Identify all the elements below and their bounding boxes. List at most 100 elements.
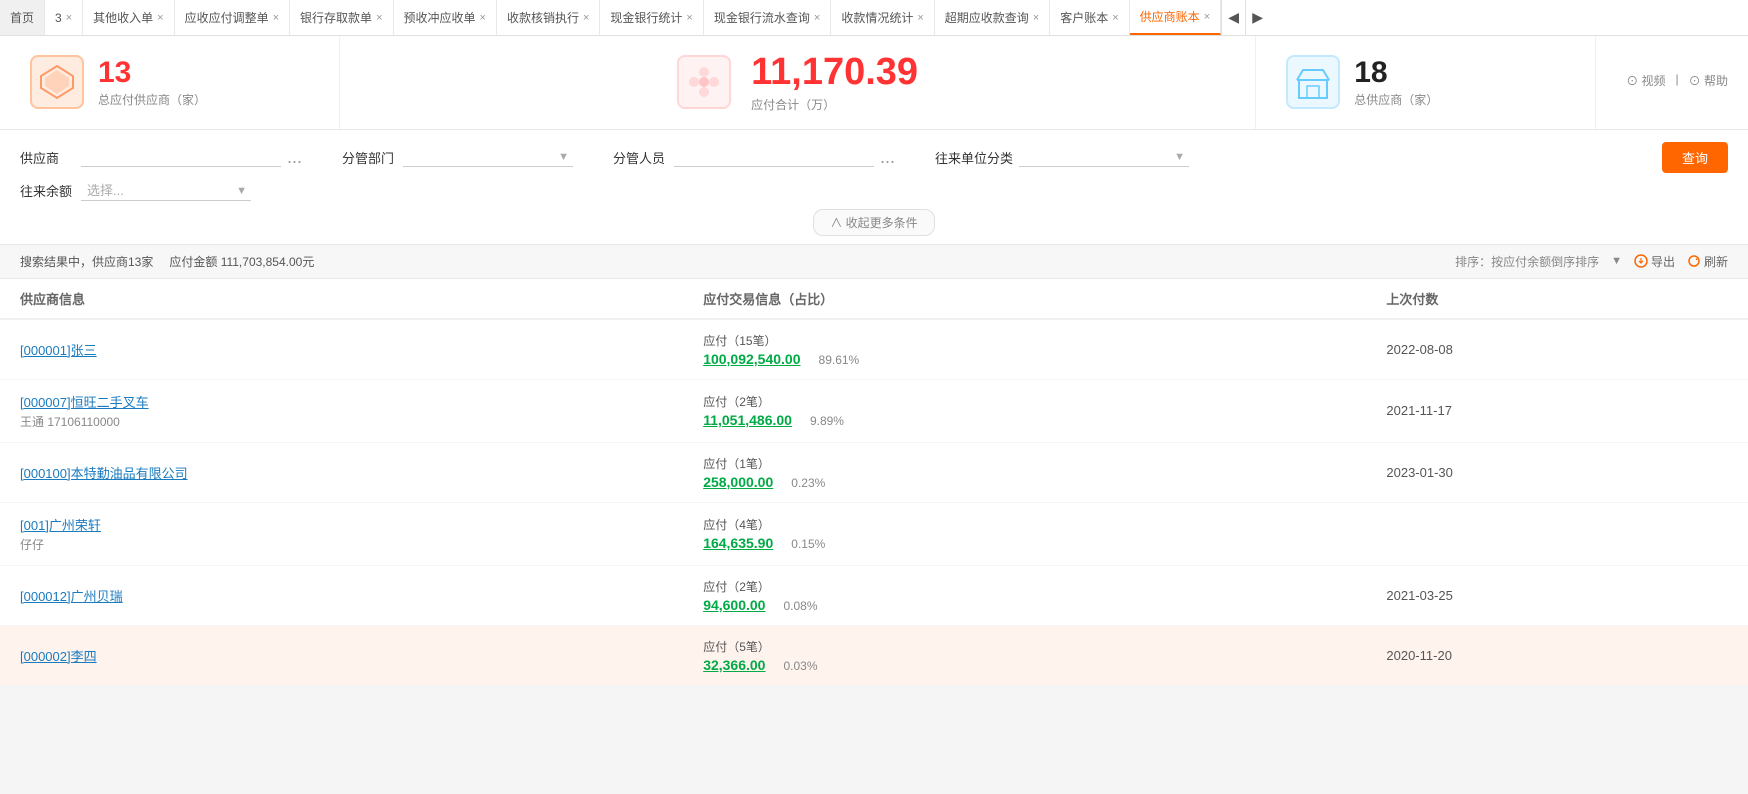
close-icon[interactable]: × xyxy=(376,12,382,24)
top-navigation: 首页 3 × 其他收入单 × 应收应付调整单 × 银行存取款单 × 预收冲应收单… xyxy=(0,0,1748,36)
balance-label: 往来余额 xyxy=(20,181,75,200)
nav-tab-overdue-query-label: 超期应收款查询 xyxy=(945,9,1029,26)
supplier-name-link[interactable]: [000007]恒旺二手叉车 xyxy=(20,392,703,411)
summary-total-suppliers-label: 总供应商（家） xyxy=(1354,91,1438,108)
balance-select-wrap: 选择... ▼ xyxy=(81,181,251,201)
refresh-button[interactable]: 刷新 xyxy=(1687,253,1728,270)
last-date-value: 2022-08-08 xyxy=(1386,342,1453,357)
nav-right-arrow[interactable]: ▶ xyxy=(1245,0,1269,35)
tx-amount-link[interactable]: 258,000.00 xyxy=(703,474,773,490)
nav-tab-collect-verify[interactable]: 收款核销执行 × xyxy=(497,0,600,35)
nav-tab-home-label: 首页 xyxy=(10,9,34,26)
col-header-lastdate: 上次付数 xyxy=(1386,289,1728,308)
result-summary: 搜索结果中，供应商13家 应付金额 111,703,854.00元 xyxy=(20,253,314,270)
tx-label: 应付（2笔） xyxy=(703,578,1386,595)
nav-tab-home[interactable]: 首页 xyxy=(0,0,45,35)
tx-label: 应付（1笔） xyxy=(703,455,1386,472)
nav-tab-collect-stat[interactable]: 收款情况统计 × xyxy=(831,0,934,35)
result-text: 搜索结果中，供应商13家 xyxy=(20,253,153,270)
separator: | xyxy=(1676,72,1679,89)
close-icon[interactable]: × xyxy=(917,12,923,24)
supplier-icon xyxy=(30,55,84,109)
table-section: 供应商信息 应付交易信息（占比） 上次付数 [000001]张三 应付（15笔）… xyxy=(0,279,1748,686)
col-header-supplier: 供应商信息 xyxy=(20,289,703,308)
table-row: [000001]张三 应付（15笔） 100,092,540.00 89.61%… xyxy=(0,320,1748,380)
nav-tab-customer-account[interactable]: 客户账本 × xyxy=(1050,0,1129,35)
supplier-name-link[interactable]: [000100]本特勤油品有限公司 xyxy=(20,463,703,482)
nav-tab-3[interactable]: 3 × xyxy=(45,0,83,35)
supplier-name-link[interactable]: [000002]李四 xyxy=(20,646,703,665)
close-icon[interactable]: × xyxy=(1112,12,1118,24)
last-date-cell: 2022-08-08 xyxy=(1386,342,1728,357)
tx-label: 应付（4笔） xyxy=(703,516,1386,533)
tx-amount-link[interactable]: 164,635.90 xyxy=(703,535,773,551)
nav-tab-bank-deposit-label: 银行存取款单 xyxy=(300,9,372,26)
close-icon[interactable]: × xyxy=(686,12,692,24)
supplier-input[interactable] xyxy=(81,147,281,167)
chevron-down-icon: ▼ xyxy=(1611,255,1622,267)
close-icon[interactable]: × xyxy=(480,12,486,24)
store-icon xyxy=(1286,55,1340,109)
collapse-label: ∧ 收起更多条件 xyxy=(830,214,917,231)
close-icon[interactable]: × xyxy=(1033,12,1039,24)
category-select[interactable] xyxy=(1019,147,1189,167)
video-link[interactable]: ⊙ 视频 xyxy=(1626,72,1665,89)
nav-tab-other-income[interactable]: 其他收入单 × xyxy=(83,0,174,35)
nav-tab-advance-collect[interactable]: 预收冲应收单 × xyxy=(394,0,497,35)
supplier-info-cell: [000001]张三 xyxy=(20,340,703,359)
last-date-cell: 2021-03-25 xyxy=(1386,588,1728,603)
tx-info-cell: 应付（2笔） 11,051,486.00 9.89% xyxy=(703,393,1386,428)
tx-pct: 0.15% xyxy=(791,537,825,551)
supplier-name-link[interactable]: [000012]广州贝瑞 xyxy=(20,586,703,605)
tx-info-cell: 应付（2笔） 94,600.00 0.08% xyxy=(703,578,1386,613)
nav-tab-ap-adjust[interactable]: 应收应付调整单 × xyxy=(175,0,290,35)
shop-icon xyxy=(1293,62,1333,102)
nav-tab-cash-bank-stat-label: 现金银行统计 xyxy=(610,9,682,26)
dept-select[interactable] xyxy=(403,147,573,167)
last-date-cell: 2023-01-30 xyxy=(1386,465,1728,480)
balance-select[interactable]: 选择... xyxy=(81,181,251,201)
tx-amount-link[interactable]: 94,600.00 xyxy=(703,597,765,613)
person-input[interactable] xyxy=(674,147,874,167)
result-actions: 排序：按应付余额倒序排序 ▼ 导出 刷新 xyxy=(1455,253,1728,270)
help-link[interactable]: ⊙ 帮助 xyxy=(1689,72,1728,89)
summary-card-total-payable: 11,170.39 应付合计（万） xyxy=(340,36,1256,129)
summary-card3-info: 18 总供应商（家） xyxy=(1354,56,1438,108)
supplier-sub: 王通 17106110000 xyxy=(20,413,703,430)
last-date-cell: 2020-11-20 xyxy=(1386,648,1728,663)
collapse-button[interactable]: ∧ 收起更多条件 xyxy=(813,209,934,236)
summary-card2-info: 11,170.39 应付合计（万） xyxy=(751,52,918,113)
query-button[interactable]: 查询 xyxy=(1662,142,1728,173)
tx-info-cell: 应付（15笔） 100,092,540.00 89.61% xyxy=(703,332,1386,367)
nav-tab-overdue-query[interactable]: 超期应收款查询 × xyxy=(935,0,1050,35)
close-icon[interactable]: × xyxy=(157,12,163,24)
nav-tab-cash-bank-flow[interactable]: 现金银行流水查询 × xyxy=(704,0,831,35)
export-button[interactable]: 导出 xyxy=(1634,253,1675,270)
close-icon[interactable]: × xyxy=(814,12,820,24)
close-icon[interactable]: × xyxy=(1204,11,1210,23)
tx-info-cell: 应付（5笔） 32,366.00 0.03% xyxy=(703,638,1386,673)
export-icon xyxy=(1634,254,1648,268)
sort-label[interactable]: 排序：按应付余额倒序排序 xyxy=(1455,253,1599,270)
person-dots-icon[interactable]: ... xyxy=(880,147,895,168)
table-header: 供应商信息 应付交易信息（占比） 上次付数 xyxy=(0,279,1748,320)
close-icon[interactable]: × xyxy=(66,12,72,24)
supplier-name-link[interactable]: [000001]张三 xyxy=(20,340,703,359)
nav-tab-ap-adjust-label: 应收应付调整单 xyxy=(185,9,269,26)
tx-pct: 0.08% xyxy=(783,599,817,613)
nav-left-arrow[interactable]: ◀ xyxy=(1221,0,1245,35)
close-icon[interactable]: × xyxy=(583,12,589,24)
tx-pct: 0.23% xyxy=(791,476,825,490)
tx-amount-link[interactable]: 11,051,486.00 xyxy=(703,412,792,428)
nav-tab-supplier-account[interactable]: 供应商账本 × xyxy=(1130,0,1221,35)
nav-tab-bank-deposit[interactable]: 银行存取款单 × xyxy=(290,0,393,35)
tx-amount-cell: 11,051,486.00 9.89% xyxy=(703,410,1386,428)
tx-amount-link[interactable]: 32,366.00 xyxy=(703,657,765,673)
nav-tab-cash-bank-stat[interactable]: 现金银行统计 × xyxy=(600,0,703,35)
tx-amount-link[interactable]: 100,092,540.00 xyxy=(703,351,800,367)
flower-icon xyxy=(677,55,731,109)
flower-icon xyxy=(684,62,724,102)
close-icon[interactable]: × xyxy=(273,12,279,24)
supplier-dots-icon[interactable]: ... xyxy=(287,147,302,168)
supplier-name-link[interactable]: [001]广州荣轩 xyxy=(20,515,703,534)
